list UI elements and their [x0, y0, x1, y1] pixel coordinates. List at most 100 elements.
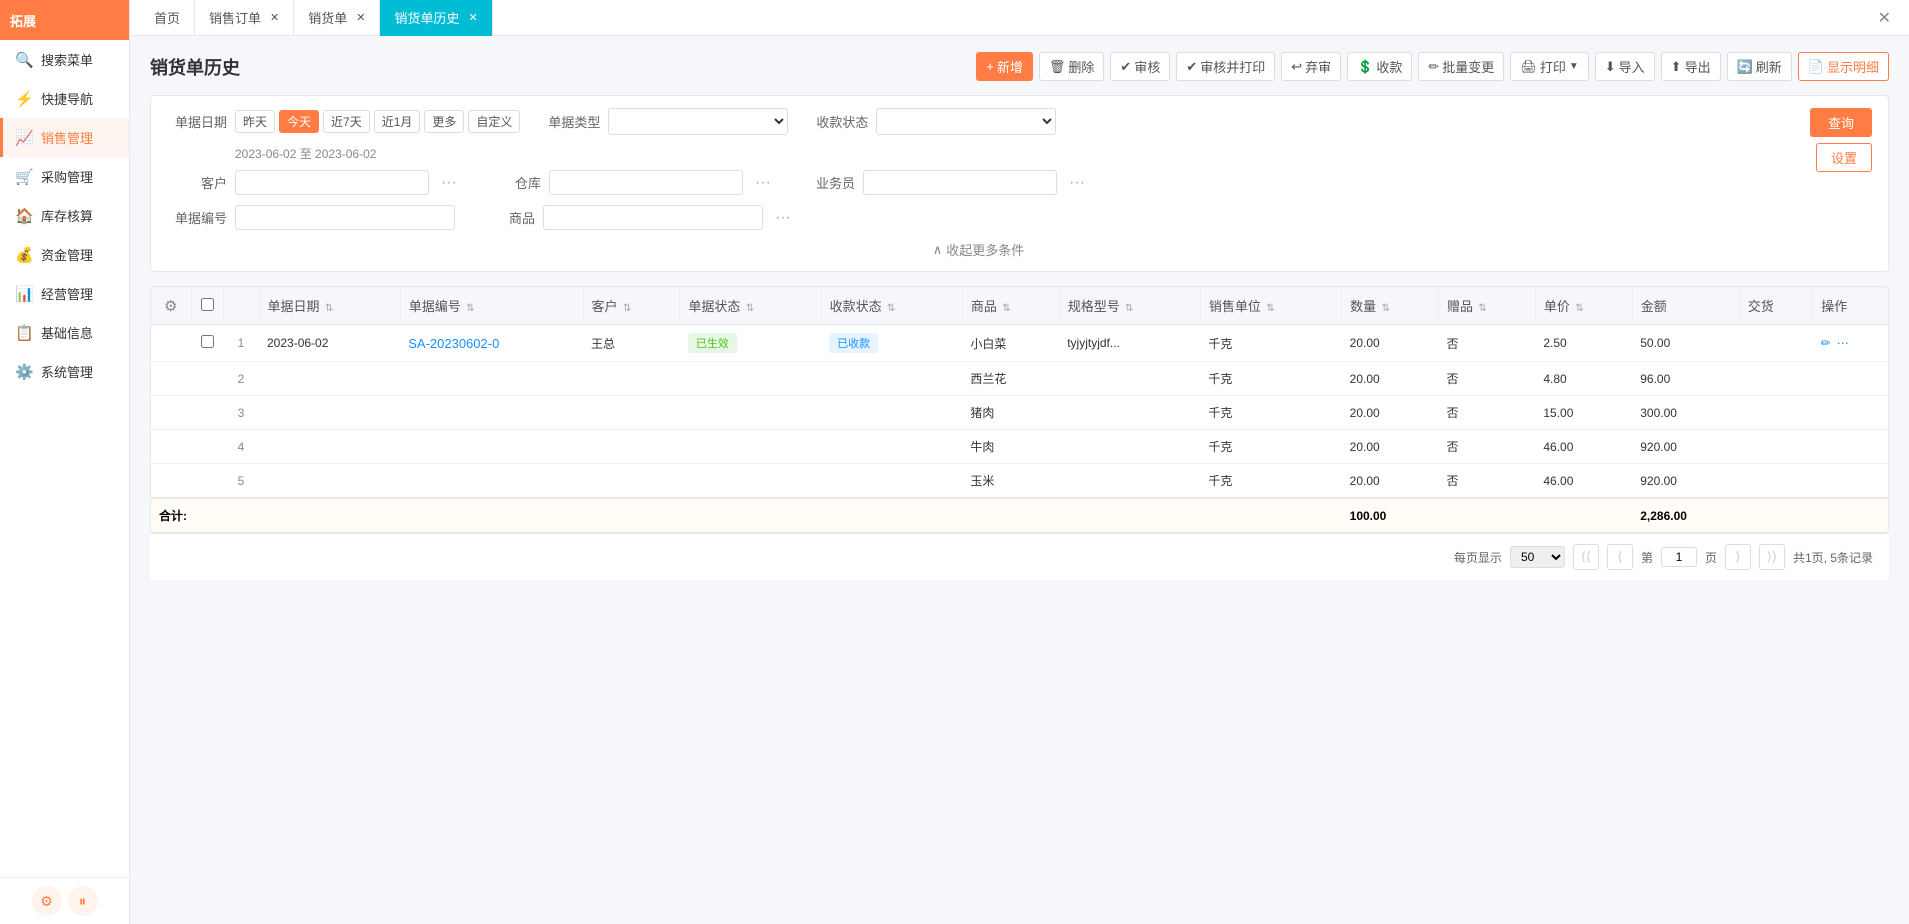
page-number-input[interactable]: [1661, 547, 1697, 567]
td-actions: [1813, 464, 1888, 499]
th-gear: ⚙: [151, 287, 191, 325]
discard-button[interactable]: ↩ 弃审: [1281, 52, 1341, 81]
shortcut-last7days[interactable]: 近7天: [323, 110, 370, 133]
select-all-checkbox[interactable]: [201, 298, 214, 311]
import-icon: ⬇: [1605, 59, 1616, 75]
sidebar-item-label: 库存核算: [41, 206, 93, 225]
import-button[interactable]: ⬇ 导入: [1595, 52, 1655, 81]
refresh-button[interactable]: 🔄 刷新: [1727, 52, 1792, 81]
toolbar: + 新增 🗑 删除 ✔ 审核 ✔ 审核并打印 ↩ 弃审: [976, 52, 1889, 81]
shortcut-yesterday[interactable]: 昨天: [235, 110, 275, 133]
sidebar-item-quick-nav[interactable]: ⚡ 快捷导航: [0, 79, 129, 118]
shortcut-today[interactable]: 今天: [279, 110, 319, 133]
td-gear: [151, 362, 191, 396]
print-button[interactable]: 🖨 打印 ▼: [1510, 52, 1588, 81]
sort-quantity-icon[interactable]: ⇅: [1382, 303, 1390, 314]
td-doc-status: [680, 464, 821, 499]
batch-change-button[interactable]: ✏ 批量变更: [1418, 52, 1504, 81]
sidebar-settings-btn[interactable]: ⚙: [32, 886, 62, 916]
goods-dots[interactable]: ···: [771, 209, 795, 227]
tab-sales-order-close[interactable]: ✕: [270, 11, 279, 24]
table-footer: 合计: 100.00 2,286.00: [151, 498, 1888, 532]
delete-button[interactable]: 🗑 删除: [1039, 52, 1105, 81]
doc-no-link[interactable]: SA-20230602-0: [408, 336, 499, 351]
sidebar-item-sys-mgmt[interactable]: ⚙️ 系统管理: [0, 352, 129, 391]
sort-doc-date-icon[interactable]: ⇅: [325, 303, 333, 314]
td-gift: 否: [1439, 430, 1536, 464]
audit-label: 审核: [1134, 57, 1160, 76]
show-detail-label: 显示明细: [1827, 57, 1879, 76]
tab-sales-history[interactable]: 销货单历史 ✕: [380, 0, 492, 36]
customer-label: 客户: [167, 173, 227, 192]
sidebar-item-purchase-mgmt[interactable]: 🛒 采购管理: [0, 157, 129, 196]
sidebar-pause-btn[interactable]: ⏸: [68, 886, 98, 916]
th-gift-label: 赠品: [1447, 299, 1473, 314]
sort-customer-icon[interactable]: ⇅: [623, 303, 631, 314]
sort-doc-no-icon[interactable]: ⇅: [466, 303, 474, 314]
sidebar-bottom: ⚙ ⏸: [0, 877, 129, 924]
staff-input[interactable]: [863, 170, 1057, 195]
td-doc-no: SA-20230602-0: [400, 325, 583, 362]
show-detail-button[interactable]: 📄 显示明细: [1798, 52, 1889, 81]
tab-sales-order[interactable]: 销售订单 ✕: [195, 0, 294, 36]
print-dropdown-icon: ▼: [1569, 61, 1579, 72]
page-first-btn[interactable]: ⟨⟨: [1573, 544, 1599, 570]
page-total-info: 共1页, 5条记录: [1793, 549, 1873, 566]
doc-no-input[interactable]: [235, 205, 455, 230]
th-receipt-status: 收款状态 ⇅: [821, 287, 962, 325]
td-customer: [583, 396, 680, 430]
tab-sales-history-close[interactable]: ✕: [469, 11, 478, 24]
sidebar-item-ops-mgmt[interactable]: 📊 经营管理: [0, 274, 129, 313]
warehouse-dots[interactable]: ···: [751, 174, 775, 192]
more-action-btn[interactable]: ⋯: [1837, 336, 1849, 350]
tab-sales-delivery-close[interactable]: ✕: [356, 11, 365, 24]
customer-dots[interactable]: ···: [437, 174, 461, 192]
audit-button[interactable]: ✔ 审核: [1110, 52, 1170, 81]
staff-dots[interactable]: ···: [1065, 174, 1089, 192]
tabs-close-all-btn[interactable]: ✕: [1870, 8, 1899, 28]
sort-doc-status-icon[interactable]: ⇅: [746, 303, 754, 314]
sort-gift-icon[interactable]: ⇅: [1478, 303, 1486, 314]
page-prev-btn[interactable]: ⟨: [1607, 544, 1633, 570]
sort-spec-model-icon[interactable]: ⇅: [1125, 303, 1133, 314]
table-row: 5 玉米 千克 20.00 否 46.00 920.00: [151, 464, 1888, 499]
td-seq: 1: [223, 325, 259, 362]
collect-button[interactable]: 💲 收款: [1347, 52, 1412, 81]
sidebar-item-sales-mgmt[interactable]: 📈 销售管理: [0, 118, 129, 157]
audit-print-button[interactable]: ✔ 审核并打印: [1176, 52, 1275, 81]
td-doc-no: [400, 430, 583, 464]
filter-collapse-btn[interactable]: ∧ 收起更多条件: [167, 240, 1790, 259]
receipt-status-select[interactable]: [876, 108, 1056, 135]
edit-action-btn[interactable]: ✏: [1821, 336, 1831, 350]
gear-icon[interactable]: ⚙: [164, 298, 177, 315]
warehouse-label: 仓库: [481, 173, 541, 192]
shortcut-custom[interactable]: 自定义: [468, 110, 520, 133]
row-checkbox[interactable]: [201, 335, 214, 348]
purchase-icon: 🛒: [15, 168, 33, 186]
sidebar-item-inventory-calc[interactable]: 🏠 库存核算: [0, 196, 129, 235]
doc-type-select[interactable]: [608, 108, 788, 135]
setting-button[interactable]: 设置: [1816, 143, 1872, 172]
sidebar-item-finance-mgmt[interactable]: 💰 资金管理: [0, 235, 129, 274]
th-unit-price: 单价 ⇅: [1535, 287, 1632, 325]
query-button[interactable]: 查询: [1810, 108, 1872, 137]
page-next-btn[interactable]: ⟩: [1725, 544, 1751, 570]
add-button[interactable]: + 新增: [976, 52, 1033, 81]
warehouse-input[interactable]: [549, 170, 743, 195]
sort-receipt-status-icon[interactable]: ⇅: [887, 303, 895, 314]
export-button[interactable]: ⬆ 导出: [1661, 52, 1721, 81]
tab-sales-delivery[interactable]: 销货单 ✕: [294, 0, 380, 36]
sort-sales-unit-icon[interactable]: ⇅: [1266, 303, 1274, 314]
goods-input[interactable]: [543, 205, 763, 230]
sidebar-item-search-menu[interactable]: 🔍 搜索菜单: [0, 40, 129, 79]
sidebar-item-basic-info[interactable]: 📋 基础信息: [0, 313, 129, 352]
tab-home[interactable]: 首页: [140, 0, 195, 36]
shortcut-last1month[interactable]: 近1月: [374, 110, 421, 133]
shortcut-more[interactable]: 更多: [424, 110, 464, 133]
sort-unit-price-icon[interactable]: ⇅: [1575, 303, 1583, 314]
page-last-btn[interactable]: ⟩⟩: [1759, 544, 1785, 570]
sort-goods-icon[interactable]: ⇅: [1002, 303, 1010, 314]
customer-input[interactable]: [235, 170, 429, 195]
th-sales-unit-label: 销售单位: [1209, 299, 1261, 314]
page-size-select[interactable]: 10 20 50 100: [1510, 546, 1565, 568]
